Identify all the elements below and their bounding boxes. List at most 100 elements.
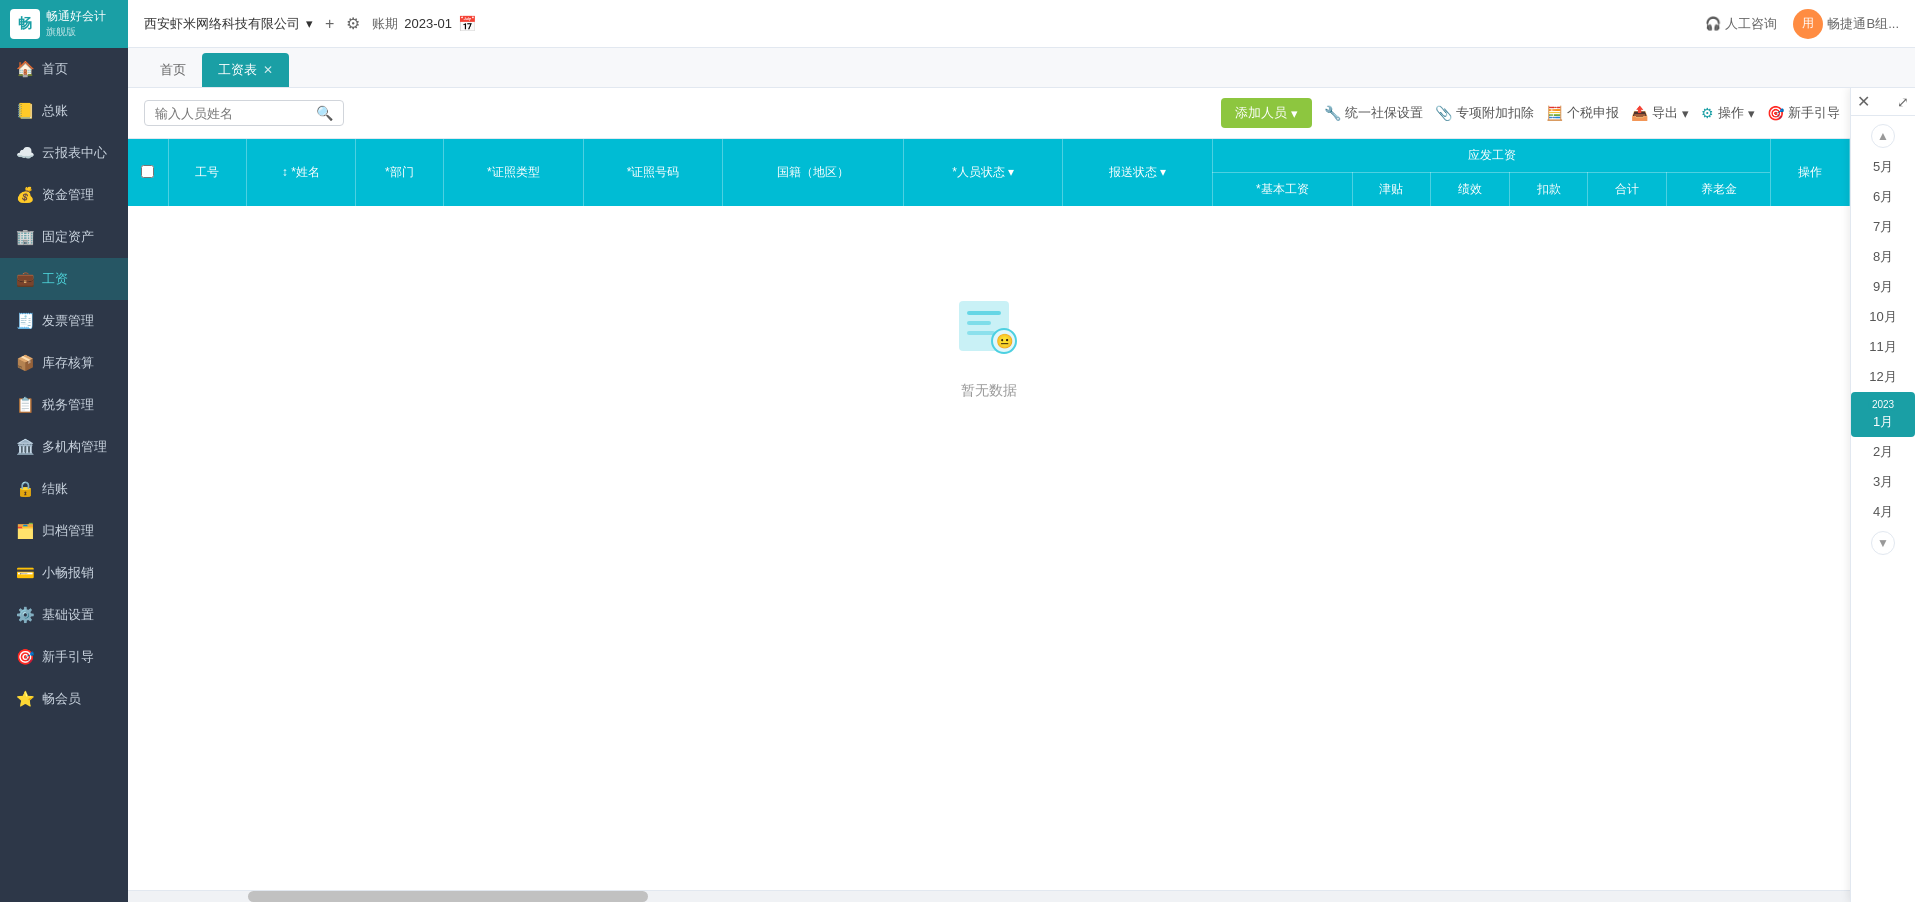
month-item-7月[interactable]: 7月 — [1851, 212, 1915, 242]
th-performance: 绩效 — [1431, 173, 1510, 207]
month-item-1月[interactable]: 20231月 — [1851, 392, 1915, 437]
sidebar-item-settings[interactable]: ⚙️基础设置 — [0, 594, 128, 636]
multi-org-icon: 🏛️ — [16, 438, 34, 456]
home-icon: 🏠 — [16, 60, 34, 78]
add-person-btn[interactable]: 添加人员 ▾ — [1221, 98, 1312, 128]
month-item-11月[interactable]: 11月 — [1851, 332, 1915, 362]
panel-close-btn[interactable]: ✕ — [1857, 92, 1870, 111]
export-btn[interactable]: 📤 导出 ▾ — [1631, 104, 1689, 122]
export-icon: 📤 — [1631, 105, 1648, 121]
cloud-report-icon: ☁️ — [16, 144, 34, 162]
social-security-btn[interactable]: 🔧 统一社保设置 — [1324, 104, 1423, 122]
extra-deduct-icon: 📎 — [1435, 105, 1452, 121]
th-cert-type: *证照类型 — [444, 139, 584, 206]
operation-btn[interactable]: ⚙ 操作 ▾ — [1701, 104, 1755, 122]
sidebar-item-fund[interactable]: 💰资金管理 — [0, 174, 128, 216]
svg-rect-2 — [967, 321, 991, 325]
empty-text: 暂无数据 — [961, 382, 1017, 400]
month-item-10月[interactable]: 10月 — [1851, 302, 1915, 332]
month-nav-up[interactable]: ▲ — [1871, 124, 1895, 148]
sidebar-item-cloud-report[interactable]: ☁️云报表中心 — [0, 132, 128, 174]
close-icon: 🔒 — [16, 480, 34, 498]
th-salary-group: 应发工资 — [1212, 139, 1770, 173]
month-nav-down[interactable]: ▼ — [1871, 531, 1895, 555]
sidebar-item-fixed-assets[interactable]: 🏢固定资产 — [0, 216, 128, 258]
sidebar-item-label-inventory: 库存核算 — [42, 354, 94, 372]
fixed-assets-icon: 🏢 — [16, 228, 34, 246]
sidebar-item-tax[interactable]: 📋税务管理 — [0, 384, 128, 426]
th-pension: 养老金 — [1667, 173, 1771, 207]
settings-btn[interactable]: ⚙ — [346, 14, 360, 33]
sidebar-item-label-multi-org: 多机构管理 — [42, 438, 107, 456]
sidebar-item-archive[interactable]: 🗂️归档管理 — [0, 510, 128, 552]
svg-text:😐: 😐 — [996, 333, 1014, 350]
table-header-row1: 工号 ↕ *姓名 *部门 *证照类型 *证照号码 国籍（地区） *人员状态 ▾ … — [128, 139, 1850, 173]
company-dropdown-icon: ▾ — [306, 16, 313, 31]
month-list: ▲ 5月6月7月8月9月10月11月12月20231月2月3月4月 ▼ — [1851, 116, 1915, 902]
tab-close-salary[interactable]: ✕ — [263, 63, 273, 77]
invoice-icon: 🧾 — [16, 312, 34, 330]
personal-tax-btn[interactable]: 🧮 个税申报 — [1546, 104, 1619, 122]
company-selector[interactable]: 西安虾米网络科技有限公司 ▾ — [144, 15, 313, 33]
tab-salary[interactable]: 工资表 ✕ — [202, 53, 289, 87]
month-item-9月[interactable]: 9月 — [1851, 272, 1915, 302]
month-item-2月[interactable]: 2月 — [1851, 437, 1915, 467]
sidebar-item-label-ledger: 总账 — [42, 102, 68, 120]
sidebar-item-label-home: 首页 — [42, 60, 68, 78]
expense-icon: 💳 — [16, 564, 34, 582]
svg-rect-1 — [967, 311, 1001, 315]
table-scrollbar[interactable] — [128, 890, 1850, 902]
tab-home[interactable]: 首页 — [144, 53, 202, 87]
th-report-status[interactable]: 报送状态 ▾ — [1063, 139, 1213, 206]
month-item-12月[interactable]: 12月 — [1851, 362, 1915, 392]
fund-icon: 💰 — [16, 186, 34, 204]
select-all-checkbox[interactable] — [141, 165, 154, 178]
sidebar-item-inventory[interactable]: 📦 库存核算 — [0, 342, 128, 384]
svg-rect-3 — [967, 331, 995, 335]
user-avatar: 用 — [1793, 9, 1823, 39]
guide-btn[interactable]: 🎯 新手引导 — [1767, 104, 1840, 122]
sidebar: 畅 畅通好会计 旗舰版 🏠首页📒总账☁️云报表中心💰资金管理🏢固定资产💼工资🧾发… — [0, 0, 128, 902]
month-item-3月[interactable]: 3月 — [1851, 467, 1915, 497]
th-allowance: 津贴 — [1352, 173, 1431, 207]
sidebar-item-label-member: 畅会员 — [42, 690, 81, 708]
guide-icon: 🎯 — [1767, 105, 1784, 121]
toolbar-right: 添加人员 ▾ 🔧 统一社保设置 📎 专项附加扣除 🧮 个税申报 📤 — [1221, 98, 1899, 128]
th-person-status[interactable]: *人员状态 ▾ — [903, 139, 1062, 206]
support-btn[interactable]: 🎧 人工咨询 — [1705, 15, 1777, 33]
month-item-5月[interactable]: 5月 — [1851, 152, 1915, 182]
month-item-4月[interactable]: 4月 — [1851, 497, 1915, 527]
th-operation: 操作 — [1771, 139, 1850, 206]
tabbar: 首页 工资表 ✕ — [128, 48, 1915, 88]
sidebar-item-ledger[interactable]: 📒 总账 — [0, 90, 128, 132]
sidebar-item-invoice[interactable]: 🧾发票管理 — [0, 300, 128, 342]
sidebar-item-label-archive: 归档管理 — [42, 522, 94, 540]
search-input[interactable] — [155, 106, 310, 121]
th-number: 工号 — [168, 139, 247, 206]
search-wrap[interactable]: 🔍 — [144, 100, 344, 126]
th-dept: *部门 — [355, 139, 444, 206]
extra-deduct-btn[interactable]: 📎 专项附加扣除 — [1435, 104, 1534, 122]
inventory-icon: 📦 — [16, 354, 34, 372]
sidebar-item-expense[interactable]: 💳小畅报销 — [0, 552, 128, 594]
ledger-icon: 📒 — [16, 102, 34, 120]
logo-icon: 畅 — [10, 9, 40, 39]
calendar-icon[interactable]: 📅 — [458, 15, 477, 33]
month-item-6月[interactable]: 6月 — [1851, 182, 1915, 212]
sidebar-item-multi-org[interactable]: 🏛️ 多机构管理 — [0, 426, 128, 468]
sidebar-item-member[interactable]: ⭐畅会员 — [0, 678, 128, 720]
toolbar: 🔍 添加人员 ▾ 🔧 统一社保设置 📎 专项附加扣除 🧮 个税申报 — [128, 88, 1915, 139]
user-label: 畅捷通B组... — [1827, 15, 1899, 33]
sidebar-item-close[interactable]: 🔒结账 — [0, 468, 128, 510]
th-checkbox[interactable] — [128, 139, 168, 206]
salary-table: 工号 ↕ *姓名 *部门 *证照类型 *证照号码 国籍（地区） *人员状态 ▾ … — [128, 139, 1850, 206]
month-item-8月[interactable]: 8月 — [1851, 242, 1915, 272]
sidebar-item-guide[interactable]: 🎯新手引导 — [0, 636, 128, 678]
th-name[interactable]: ↕ *姓名 — [247, 139, 355, 206]
sidebar-nav: 🏠 首页 📒 总账 ☁️云报表中心💰资金管理🏢固定资产💼工资🧾发票管理 📦 库存核算 📋税务管… — [0, 48, 128, 902]
sidebar-item-home[interactable]: 🏠 首页 — [0, 48, 128, 90]
user-menu[interactable]: 用 畅捷通B组... — [1793, 9, 1899, 39]
panel-expand-btn[interactable]: ⤢ — [1897, 94, 1909, 110]
sidebar-item-salary[interactable]: 💼工资 — [0, 258, 128, 300]
add-company-btn[interactable]: + — [325, 15, 334, 33]
